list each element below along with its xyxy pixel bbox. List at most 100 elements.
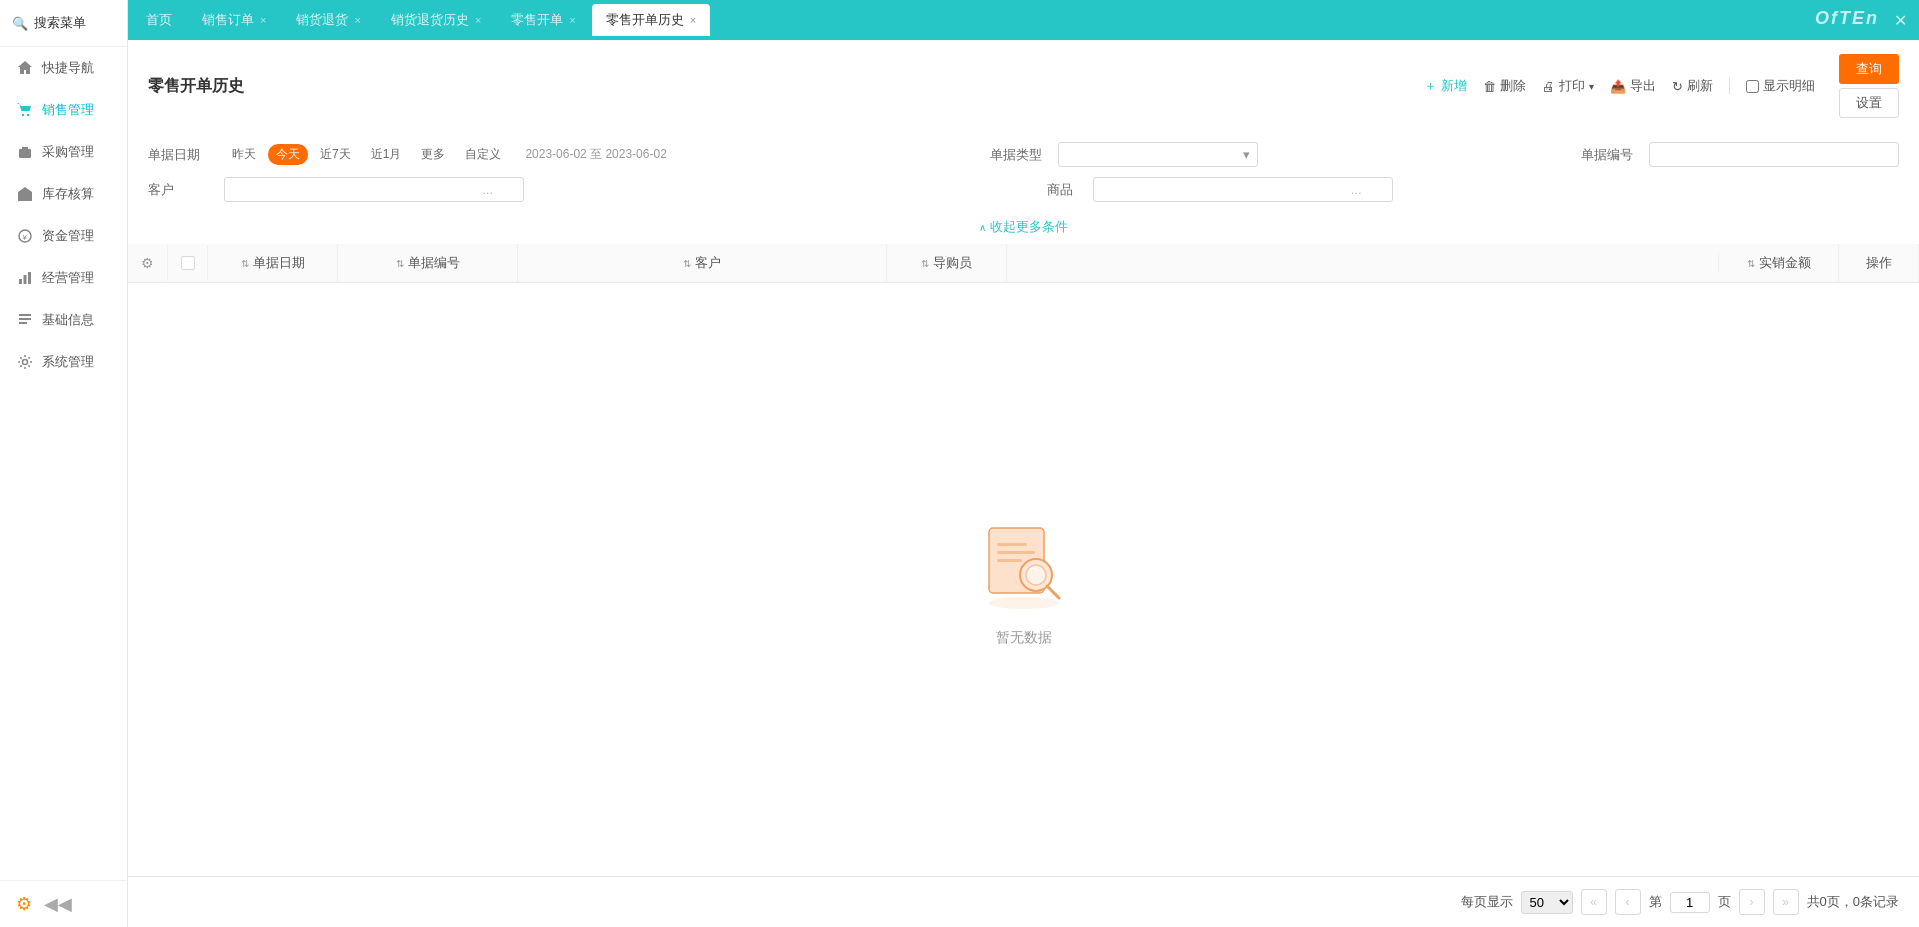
query-button[interactable]: 查询 xyxy=(1839,54,1899,84)
sidebar-item-inventory[interactable]: 库存核算 xyxy=(0,173,127,215)
date-range-display: 2023-06-02 至 2023-06-02 xyxy=(525,146,666,163)
svg-line-21 xyxy=(1047,586,1059,598)
sidebar-search[interactable]: 🔍 搜索菜单 xyxy=(0,0,127,47)
add-button[interactable]: ＋ 新增 xyxy=(1424,77,1467,95)
th-guide-sort-icon: ⇅ xyxy=(921,258,929,269)
table-area: ⚙ ⇅ 单据日期 ⇅ 单据编号 ⇅ 客户 ⇅ 导购员 ⇅ xyxy=(128,244,1919,927)
last-page-btn[interactable]: » xyxy=(1773,889,1799,915)
gear-icon[interactable]: ⚙ xyxy=(141,255,154,271)
window-close-btn[interactable]: ✕ xyxy=(1886,7,1915,34)
goods-input[interactable]: ... xyxy=(1093,177,1393,202)
tab-retail-history-label: 零售开单历史 xyxy=(606,11,684,29)
th-checkbox[interactable] xyxy=(168,246,208,280)
svg-rect-16 xyxy=(997,543,1027,546)
setting-button[interactable]: 设置 xyxy=(1839,88,1899,118)
date-shortcuts: 昨天 今天 近7天 近1月 更多 自定义 xyxy=(224,144,509,165)
home-icon xyxy=(16,59,34,77)
th-settings[interactable]: ⚙ xyxy=(128,245,168,281)
tab-sales-order[interactable]: 销售订单 × xyxy=(188,4,280,36)
tab-sales-order-label: 销售订单 xyxy=(202,11,254,29)
tab-retail-history-close[interactable]: × xyxy=(690,14,696,26)
date-btn-more[interactable]: 更多 xyxy=(413,144,453,165)
page-number-input[interactable] xyxy=(1670,892,1710,913)
sidebar-search-label: 搜索菜单 xyxy=(34,14,86,32)
main-area: 首页 销售订单 × 销货退货 × 销货退货历史 × 零售开单 × 零售开单历史 … xyxy=(128,0,1919,927)
tab-return-close[interactable]: × xyxy=(354,14,360,26)
select-all-checkbox[interactable] xyxy=(181,256,195,270)
print-chevron: ▾ xyxy=(1589,81,1594,92)
th-date-label: 单据日期 xyxy=(253,254,305,272)
filter-row-1: 单据日期 昨天 今天 近7天 近1月 更多 自定义 2023-06-02 至 2… xyxy=(148,142,1899,167)
doc-type-select[interactable] xyxy=(1058,142,1258,167)
sidebar-menu: 快捷导航 销售管理 采购管理 库存核算 ¥ 资金管理 xyxy=(0,47,127,880)
svg-point-0 xyxy=(22,114,24,116)
sidebar-item-quick-nav[interactable]: 快捷导航 xyxy=(0,47,127,89)
th-guide[interactable]: ⇅ 导购员 xyxy=(887,244,1007,282)
tab-home[interactable]: 首页 xyxy=(132,4,186,36)
date-btn-7days[interactable]: 近7天 xyxy=(312,144,359,165)
show-detail-checkbox[interactable] xyxy=(1746,80,1759,93)
export-button[interactable]: 📤 导出 xyxy=(1610,77,1656,95)
th-customer-label: 客户 xyxy=(695,254,721,272)
system-icon xyxy=(16,353,34,371)
prev-page-btn[interactable]: ‹ xyxy=(1615,889,1641,915)
sidebar-item-finance[interactable]: ¥ 资金管理 xyxy=(0,215,127,257)
settings-icon[interactable]: ⚙ xyxy=(16,893,32,915)
tab-return[interactable]: 销货退货 × xyxy=(282,4,374,36)
sidebar-label-inventory: 库存核算 xyxy=(42,185,94,203)
first-page-btn[interactable]: « xyxy=(1581,889,1607,915)
th-date[interactable]: ⇅ 单据日期 xyxy=(208,244,338,282)
per-page-label: 每页显示 xyxy=(1461,893,1513,911)
sidebar-item-basic[interactable]: 基础信息 xyxy=(0,299,127,341)
sidebar-item-ops[interactable]: 经营管理 xyxy=(0,257,127,299)
page-suffix: 页 xyxy=(1718,893,1731,911)
collapse-row[interactable]: ∧ 收起更多条件 xyxy=(148,212,1899,236)
show-detail-toggle[interactable]: 显示明细 xyxy=(1746,77,1815,95)
date-btn-custom[interactable]: 自定义 xyxy=(457,144,509,165)
box-icon xyxy=(16,143,34,161)
empty-text: 暂无数据 xyxy=(996,629,1052,647)
svg-text:¥: ¥ xyxy=(22,233,28,242)
doc-no-input[interactable] xyxy=(1649,142,1899,167)
date-btn-yesterday[interactable]: 昨天 xyxy=(224,144,264,165)
th-docno-sort-icon: ⇅ xyxy=(396,258,404,269)
export-label: 导出 xyxy=(1630,77,1656,95)
per-page-select[interactable]: 50 10 20 100 xyxy=(1521,891,1573,914)
th-docno-label: 单据编号 xyxy=(408,254,460,272)
next-page-btn[interactable]: › xyxy=(1739,889,1765,915)
tab-sales-order-close[interactable]: × xyxy=(260,14,266,26)
delete-button[interactable]: 🗑 删除 xyxy=(1483,77,1526,95)
th-amount-label: 实销金额 xyxy=(1759,254,1811,272)
customer-input[interactable]: ... xyxy=(224,177,524,202)
tab-retail-order-close[interactable]: × xyxy=(569,14,575,26)
tab-retail-history[interactable]: 零售开单历史 × xyxy=(592,4,710,36)
toolbar-divider xyxy=(1729,78,1730,94)
sidebar-item-sales-mgmt[interactable]: 销售管理 xyxy=(0,89,127,131)
refresh-button[interactable]: ↻ 刷新 xyxy=(1672,77,1713,95)
tab-return-history[interactable]: 销货退货历史 × xyxy=(377,4,495,36)
svg-rect-6 xyxy=(19,279,22,284)
tab-return-history-close[interactable]: × xyxy=(475,14,481,26)
date-btn-today[interactable]: 今天 xyxy=(268,144,308,165)
th-customer[interactable]: ⇅ 客户 xyxy=(518,244,887,282)
tab-home-label: 首页 xyxy=(146,11,172,29)
refresh-label: 刷新 xyxy=(1687,77,1713,95)
svg-rect-17 xyxy=(997,551,1035,554)
sidebar-item-purchase-mgmt[interactable]: 采购管理 xyxy=(0,131,127,173)
th-docno[interactable]: ⇅ 单据编号 xyxy=(338,244,518,282)
total-info: 共0页，0条记录 xyxy=(1807,893,1899,911)
tab-retail-order[interactable]: 零售开单 × xyxy=(497,4,589,36)
empty-state: 暂无数据 xyxy=(128,283,1919,876)
svg-rect-2 xyxy=(19,149,31,158)
th-spacer xyxy=(1007,253,1719,273)
th-amount[interactable]: ⇅ 实销金额 xyxy=(1719,244,1839,282)
collapse-icon[interactable]: ◀◀ xyxy=(44,893,72,915)
doc-type-select-wrapper xyxy=(1058,142,1258,167)
tab-return-history-label: 销货退货历史 xyxy=(391,11,469,29)
print-button[interactable]: 🖨 打印 ▾ xyxy=(1542,77,1594,95)
th-action-label: 操作 xyxy=(1866,254,1892,272)
th-amount-sort-icon: ⇅ xyxy=(1747,258,1755,269)
date-btn-1month[interactable]: 近1月 xyxy=(363,144,410,165)
print-label: 打印 xyxy=(1559,77,1585,95)
sidebar-item-system[interactable]: 系统管理 xyxy=(0,341,127,383)
